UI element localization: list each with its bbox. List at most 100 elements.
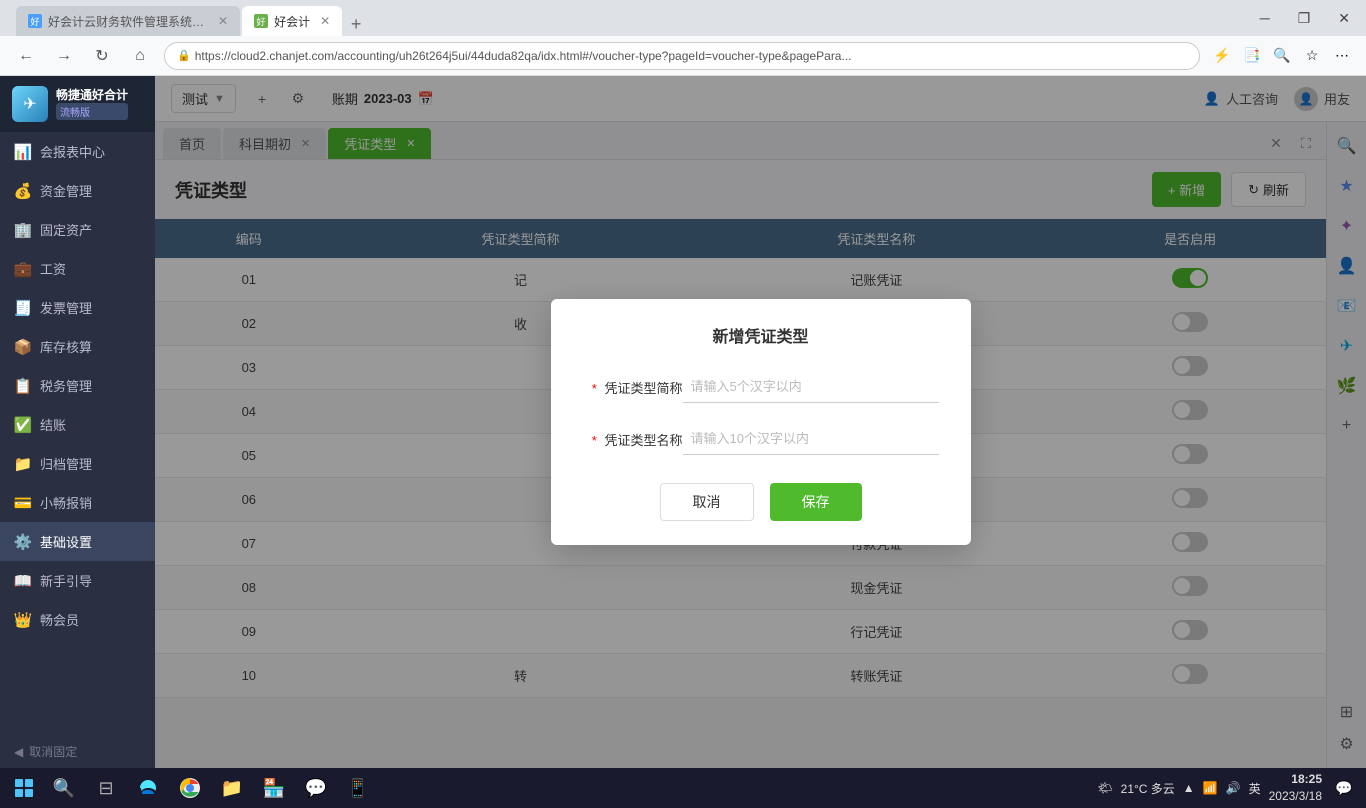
- forward-button[interactable]: →: [50, 42, 78, 70]
- browser-tab-1[interactable]: 好 好会计云财务软件管理系统_会计 ✕: [16, 6, 240, 36]
- settle-icon: ✅: [14, 416, 32, 434]
- sidebar-item-settings[interactable]: ⚙️ 基础设置: [0, 522, 155, 561]
- sidebar-item-archive[interactable]: 📁 归档管理: [0, 444, 155, 483]
- sidebar-item-member[interactable]: 👑 畅会员: [0, 600, 155, 639]
- sidebar-item-reports[interactable]: 📊 会报表中心: [0, 132, 155, 171]
- app-wrapper: ✈ 畅捷通好合计 流畅版 📊 会报表中心 💰 资金管理 🏢 固定资产 💼 工资 …: [0, 76, 1366, 768]
- logo-icon: ✈: [12, 86, 48, 122]
- content-with-panel: 首页 科目期初 ✕ 凭证类型 ✕ ✕ ⛶: [155, 122, 1366, 768]
- minimize-button[interactable]: ─: [1252, 8, 1278, 28]
- invoice-icon: 🧾: [14, 299, 32, 317]
- lock-icon: 🔒: [177, 49, 191, 62]
- taskbar-edge[interactable]: [130, 770, 166, 806]
- sidebar-item-expense[interactable]: 💳 小畅报销: [0, 483, 155, 522]
- cancel-button[interactable]: 取消: [660, 483, 754, 521]
- unpin-arrow-icon: ◀: [14, 745, 23, 759]
- logo-text-group: 畅捷通好合计 流畅版: [56, 88, 128, 121]
- url-text: https://cloud2.chanjet.com/accounting/uh…: [195, 49, 852, 63]
- abbr-form-row: * 凭证类型简称: [583, 371, 939, 403]
- sidebar-label-salary: 工资: [40, 259, 66, 278]
- address-bar: ← → ↻ ⌂ 🔒 https://cloud2.chanjet.com/acc…: [0, 36, 1366, 76]
- sidebar-label-invoice: 发票管理: [40, 298, 92, 317]
- taskbar-app1[interactable]: 📱: [340, 770, 376, 806]
- sidebar-label-capital: 资金管理: [40, 181, 92, 200]
- guide-icon: 📖: [14, 572, 32, 590]
- salary-icon: 💼: [14, 260, 32, 278]
- name-input[interactable]: [683, 423, 939, 455]
- tab2-close[interactable]: ✕: [320, 14, 330, 28]
- save-button[interactable]: 保存: [770, 483, 862, 521]
- abbr-input[interactable]: [683, 371, 939, 403]
- sidebar-item-tax[interactable]: 📋 税务管理: [0, 366, 155, 405]
- browser-tab-2[interactable]: 好 好会计 ✕: [242, 6, 342, 36]
- zoom-icon[interactable]: 🔍: [1270, 44, 1294, 68]
- extensions-icon[interactable]: ⚡: [1210, 44, 1234, 68]
- taskbar: 🔍 ⊟ 📁 🏪 💬 📱 🌤 21°C 多云 ▲ 📶 🔊 英 18:25 2023…: [0, 768, 1366, 808]
- taskbar-files[interactable]: 📁: [214, 770, 250, 806]
- taskbar-chrome[interactable]: [172, 770, 208, 806]
- tax-icon: 📋: [14, 377, 32, 395]
- add-voucher-modal: 新增凭证类型 * 凭证类型简称: [551, 299, 971, 545]
- close-button[interactable]: ✕: [1330, 8, 1358, 29]
- sidebar-label-stock: 库存核算: [40, 337, 92, 356]
- restore-button[interactable]: ❐: [1290, 8, 1319, 29]
- sidebar-item-stock[interactable]: 📦 库存核算: [0, 327, 155, 366]
- sidebar-item-capital[interactable]: 💰 资金管理: [0, 171, 155, 210]
- browser-toolbar-icons[interactable]: ⚡ 📑 🔍 ☆ ⋯: [1210, 44, 1354, 68]
- name-form-row: * 凭证类型名称: [583, 423, 939, 455]
- tab2-favicon: 好: [254, 14, 268, 28]
- clock[interactable]: 18:25 2023/3/18: [1269, 771, 1322, 805]
- arrow-up-icon: ▲: [1183, 781, 1195, 795]
- window-controls[interactable]: ─ ❐ ✕: [1252, 8, 1358, 29]
- sidebar-item-assets[interactable]: 🏢 固定资产: [0, 210, 155, 249]
- tab2-label: 好会计: [274, 13, 310, 30]
- sidebar: ✈ 畅捷通好合计 流畅版 📊 会报表中心 💰 资金管理 🏢 固定资产 💼 工资 …: [0, 76, 155, 768]
- back-button[interactable]: ←: [12, 42, 40, 70]
- unpin-btn[interactable]: ◀ 取消固定: [0, 735, 155, 768]
- taskbar-task-view[interactable]: ⊟: [88, 770, 124, 806]
- address-input[interactable]: 🔒 https://cloud2.chanjet.com/accounting/…: [164, 42, 1200, 70]
- required-mark-1: *: [592, 381, 597, 396]
- lang-text: 英: [1249, 780, 1261, 797]
- sidebar-label-archive: 归档管理: [40, 454, 92, 473]
- archive-icon: 📁: [14, 455, 32, 473]
- more-icon[interactable]: ⋯: [1330, 44, 1354, 68]
- home-button[interactable]: ⌂: [126, 42, 154, 70]
- date-value: 2023/3/18: [1269, 788, 1322, 805]
- sidebar-label-member: 畅会员: [40, 610, 79, 629]
- capital-icon: 💰: [14, 182, 32, 200]
- tab1-favicon: 好: [28, 14, 42, 28]
- taskbar-search[interactable]: 🔍: [46, 770, 82, 806]
- bookmark-star-icon[interactable]: ☆: [1300, 44, 1324, 68]
- add-tab-icon[interactable]: 📑: [1240, 44, 1264, 68]
- logo-text: 畅捷通好合计: [56, 88, 128, 104]
- sidebar-item-invoice[interactable]: 🧾 发票管理: [0, 288, 155, 327]
- required-mark-2: *: [592, 433, 597, 448]
- time-value: 18:25: [1269, 771, 1322, 788]
- sidebar-item-guide[interactable]: 📖 新手引导: [0, 561, 155, 600]
- taskbar-store[interactable]: 🏪: [256, 770, 292, 806]
- browser-chrome: 好 好会计云财务软件管理系统_会计 ✕ 好 好会计 ✕ + ─ ❐ ✕: [0, 0, 1366, 36]
- notification-icon[interactable]: 💬: [1330, 774, 1358, 802]
- sidebar-label-reports: 会报表中心: [40, 142, 105, 161]
- sidebar-label-guide: 新手引导: [40, 571, 92, 590]
- stock-icon: 📦: [14, 338, 32, 356]
- main-area: 测试 ▼ + ⚙ 账期 2023-03 📅 👤 人工咨询: [155, 76, 1366, 768]
- tab-bar: 好 好会计云财务软件管理系统_会计 ✕ 好 好会计 ✕ +: [16, 0, 1244, 36]
- sidebar-item-settle[interactable]: ✅ 结账: [0, 405, 155, 444]
- modal-title: 新增凭证类型: [583, 323, 939, 347]
- abbr-label: * 凭证类型简称: [583, 378, 683, 397]
- sidebar-label-settings: 基础设置: [40, 532, 92, 551]
- start-button[interactable]: [8, 772, 40, 804]
- abbr-label-text: 凭证类型简称: [604, 381, 682, 396]
- modal-actions: 取消 保存: [583, 483, 939, 521]
- modal-overlay: 新增凭证类型 * 凭证类型简称: [155, 160, 1326, 768]
- tab1-close[interactable]: ✕: [218, 14, 228, 28]
- sidebar-label-settle: 结账: [40, 415, 66, 434]
- sidebar-item-salary[interactable]: 💼 工资: [0, 249, 155, 288]
- taskbar-wechat[interactable]: 💬: [298, 770, 334, 806]
- reload-button[interactable]: ↻: [88, 42, 116, 70]
- volume-icon: 🔊: [1226, 781, 1241, 795]
- sidebar-logo[interactable]: ✈ 畅捷通好合计 流畅版: [0, 76, 155, 132]
- new-tab-button[interactable]: +: [344, 12, 368, 36]
